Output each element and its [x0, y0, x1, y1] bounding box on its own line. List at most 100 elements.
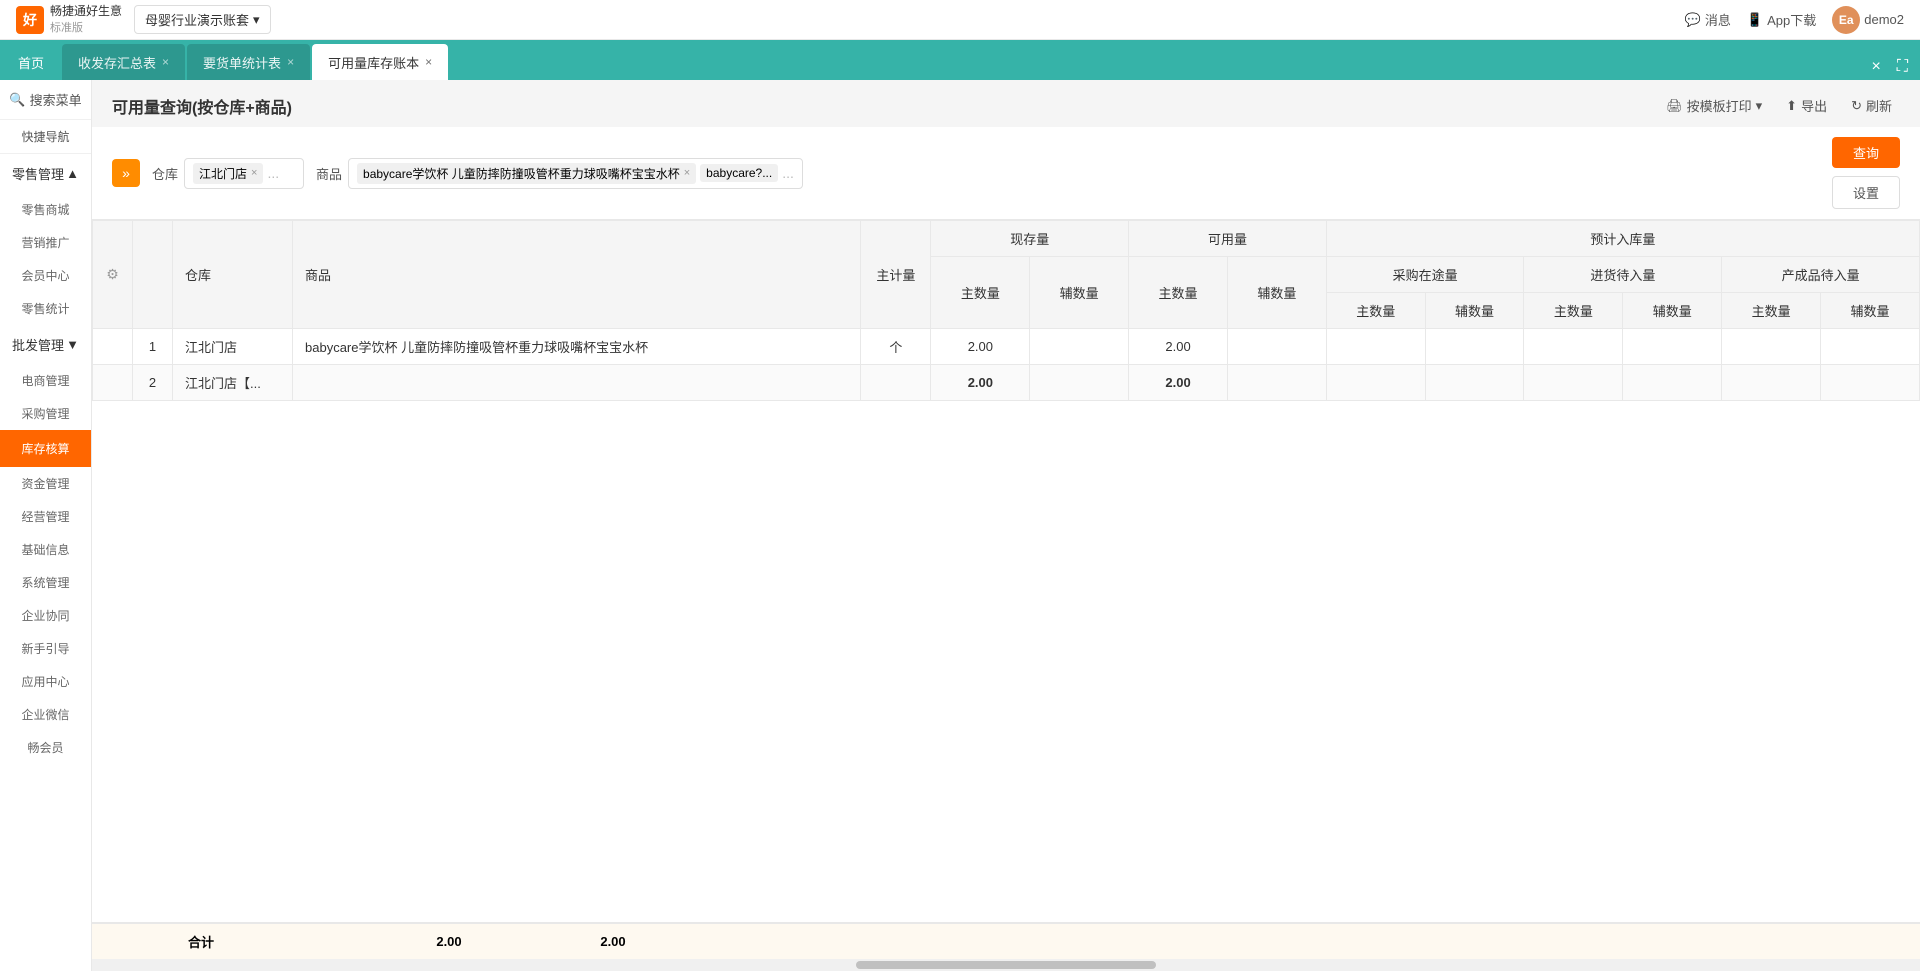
sidebar-item-basic[interactable]: 基础信息	[0, 533, 91, 566]
row2-current-aux	[1030, 365, 1129, 401]
print-button[interactable]: 🖨 按模板打印 ▾	[1658, 92, 1770, 119]
warehouse-ellipsis[interactable]: ...	[267, 165, 279, 181]
industry-label: 母婴行业演示账套	[145, 10, 249, 29]
th-warehouse: 仓库	[173, 221, 293, 329]
sidebar-item-enterprise[interactable]: 企业协同	[0, 599, 91, 632]
product-tag-1-close[interactable]: ×	[684, 167, 690, 179]
logo-icon: 好	[16, 6, 44, 34]
nav-tabs: 首页 收发存汇总表 × 要货单统计表 × 可用量库存账本 × × ⛶	[0, 40, 1920, 80]
th-production-waiting: 产成品待入量	[1722, 257, 1920, 293]
th-num	[133, 221, 173, 329]
row2-available-main: 2.00	[1129, 365, 1228, 401]
tab-available-stock[interactable]: 可用量库存账本 ×	[312, 44, 448, 80]
footer-current-aux	[490, 934, 572, 949]
th-inbound-waiting: 进货待入量	[1524, 257, 1722, 293]
row1-current-aux	[1030, 329, 1129, 365]
sidebar-item-marketing[interactable]: 营销推广	[0, 226, 91, 259]
sidebar-item-purchase[interactable]: 采购管理	[0, 397, 91, 430]
row1-purchase-main	[1326, 329, 1425, 365]
row1-production-aux	[1821, 329, 1920, 365]
sidebar-item-finance[interactable]: 资金管理	[0, 467, 91, 500]
export-label: 导出	[1801, 96, 1827, 115]
footer-unit	[308, 934, 408, 949]
sidebar-search[interactable]: 🔍 搜索菜单	[0, 80, 91, 119]
product-ellipsis[interactable]: ...	[782, 165, 794, 181]
row1-warehouse: 江北门店	[173, 329, 293, 365]
close-all-button[interactable]: ×	[1867, 54, 1884, 80]
tab-receivable-close[interactable]: ×	[162, 55, 169, 69]
th-purchase-transit: 采购在途量	[1326, 257, 1524, 293]
sidebar-item-retail-mall[interactable]: 零售商城	[0, 193, 91, 226]
logo-sub: 标准版	[50, 19, 122, 35]
top-bar: 好 畅捷通好生意 标准版 母婴行业演示账套 ▾ 💬 消息 📱 App下载 Ea …	[0, 0, 1920, 40]
app-download-icon: 📱	[1747, 12, 1763, 28]
sidebar-quicknav-section: 快捷导航	[0, 120, 91, 154]
chevron-down-icon: ▾	[253, 12, 260, 28]
sidebar-category-wholesale[interactable]: 批发管理 ▼	[0, 325, 91, 364]
warehouse-label: 仓库	[152, 164, 178, 183]
th-inbound-aux: 辅数量	[1623, 293, 1722, 329]
tab-home[interactable]: 首页	[2, 44, 60, 80]
sidebar-category-retail[interactable]: 零售管理 ▲	[0, 154, 91, 193]
sidebar-item-appcenter[interactable]: 应用中心	[0, 665, 91, 698]
filter-buttons: 查询 设置	[1832, 137, 1900, 209]
sidebar-item-system[interactable]: 系统管理	[0, 566, 91, 599]
row1-available-main: 2.00	[1129, 329, 1228, 365]
row1-product: babycare学饮杯 儿童防摔防撞吸管杯重力球吸嘴杯宝宝水杯	[293, 329, 861, 365]
th-gear[interactable]: ⚙	[93, 221, 133, 329]
tab-receivable-summary[interactable]: 收发存汇总表 ×	[62, 44, 185, 80]
gear-icon[interactable]: ⚙	[106, 266, 119, 282]
row2-production-aux	[1821, 365, 1920, 401]
sidebar-item-ecommerce[interactable]: 电商管理	[0, 364, 91, 397]
footer-current-main: 2.00	[408, 934, 490, 949]
warehouse-input[interactable]: 江北门店 × ...	[184, 158, 304, 189]
row2-purchase-aux	[1425, 365, 1524, 401]
tab-order-close[interactable]: ×	[287, 55, 294, 69]
fullscreen-button[interactable]: ⛶	[1893, 54, 1912, 80]
th-planned-inbound: 预计入库量	[1326, 221, 1919, 257]
refresh-icon: ↻	[1851, 98, 1862, 114]
th-current-aux: 辅数量	[1030, 257, 1129, 329]
row2-current-main: 2.00	[931, 365, 1030, 401]
row2-warehouse: 江北门店【...	[173, 365, 293, 401]
message-button[interactable]: 💬 消息	[1685, 10, 1731, 29]
query-button[interactable]: 查询	[1832, 137, 1900, 168]
tab-available-close[interactable]: ×	[425, 55, 432, 69]
warehouse-tag-close[interactable]: ×	[251, 167, 257, 179]
username: demo2	[1864, 12, 1904, 27]
row1-inbound-aux	[1623, 329, 1722, 365]
sidebar-item-member[interactable]: 会员中心	[0, 259, 91, 292]
sidebar-item-vip[interactable]: 畅会员	[0, 731, 91, 764]
row2-product	[293, 365, 861, 401]
logo-info: 畅捷通好生意 标准版	[50, 4, 122, 36]
sidebar-quicknav[interactable]: 快捷导航	[0, 120, 91, 153]
product-tag-2: babycare?...	[700, 164, 778, 182]
sidebar: 🔍 搜索菜单 快捷导航 零售管理 ▲ 零售商城 营销推广 会员中心 零售统计 批…	[0, 80, 92, 971]
page-actions: 🖨 按模板打印 ▾ ⬆ 导出 ↻ 刷新	[1658, 92, 1900, 119]
print-icon: 🖨	[1666, 98, 1683, 114]
product-input[interactable]: babycare学饮杯 儿童防摔防撞吸管杯重力球吸嘴杯宝宝水杯 × babyca…	[348, 158, 803, 189]
scroll-thumb[interactable]	[856, 961, 1156, 969]
sidebar-item-newbie[interactable]: 新手引导	[0, 632, 91, 665]
avatar: Ea	[1832, 6, 1860, 34]
filter-toggle-button[interactable]: »	[112, 159, 140, 187]
sidebar-item-operations[interactable]: 经营管理	[0, 500, 91, 533]
content-area: 可用量查询(按仓库+商品) 🖨 按模板打印 ▾ ⬆ 导出 ↻ 刷新	[92, 80, 1920, 971]
export-icon: ⬆	[1786, 98, 1797, 114]
sidebar-item-wecom[interactable]: 企业微信	[0, 698, 91, 731]
app-download-button[interactable]: 📱 App下载	[1747, 10, 1816, 29]
row2-inbound-main	[1524, 365, 1623, 401]
setting-button[interactable]: 设置	[1832, 176, 1900, 209]
row1-purchase-aux	[1425, 329, 1524, 365]
industry-selector[interactable]: 母婴行业演示账套 ▾	[134, 5, 271, 34]
tab-home-label: 首页	[18, 53, 44, 72]
horizontal-scrollbar[interactable]	[92, 959, 1920, 971]
table-container[interactable]: ⚙ 仓库 商品 主计量 现存量 可用量 预计入库量 主数量 辅数量 主数量	[92, 220, 1920, 922]
tab-order-stats[interactable]: 要货单统计表 ×	[187, 44, 310, 80]
product-label: 商品	[316, 164, 342, 183]
export-button[interactable]: ⬆ 导出	[1778, 92, 1835, 119]
sidebar-item-inventory[interactable]: 库存核算	[0, 430, 91, 467]
refresh-button[interactable]: ↻ 刷新	[1843, 92, 1900, 119]
user-area[interactable]: Ea demo2	[1832, 6, 1904, 34]
sidebar-item-retail-stats[interactable]: 零售统计	[0, 292, 91, 325]
